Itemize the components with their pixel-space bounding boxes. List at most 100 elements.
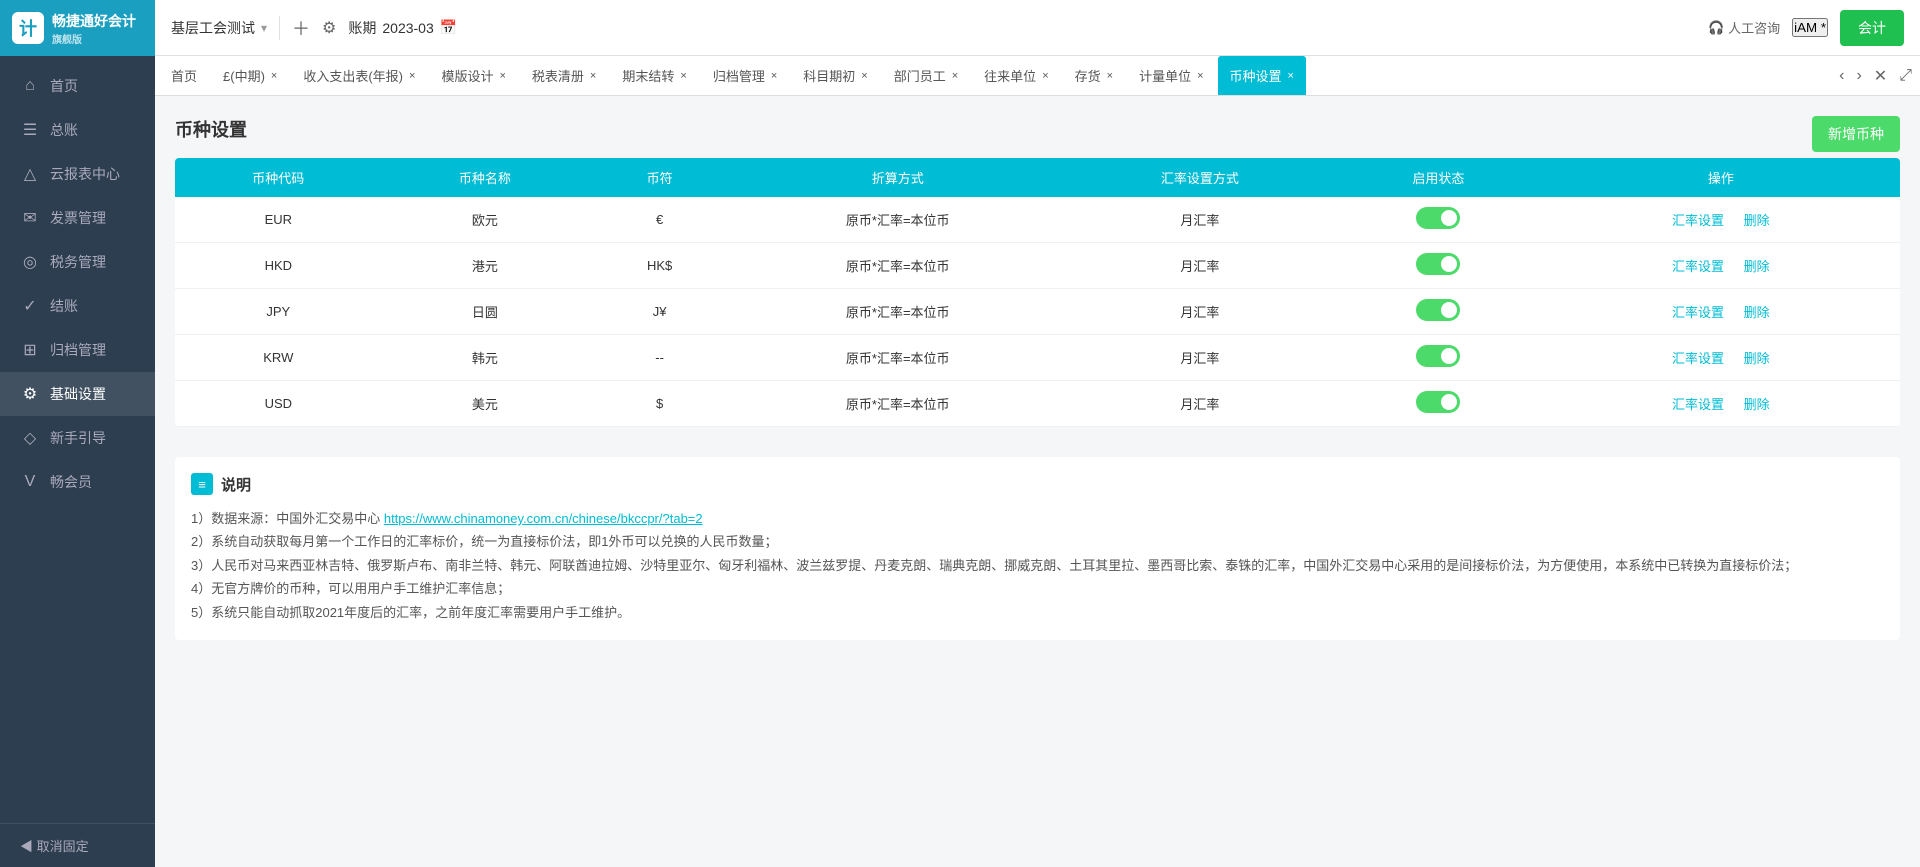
help-button[interactable]: 🎧 人工咨询 bbox=[1708, 18, 1780, 37]
toggle-enabled[interactable] bbox=[1416, 345, 1460, 367]
tab-unit[interactable]: 计量单位 × bbox=[1127, 56, 1215, 95]
tab-close-counterpart[interactable]: × bbox=[1042, 70, 1048, 82]
table-body: EUR欧元€原币*汇率=本位币月汇率汇率设置 删除HKD港元HK$原币*汇率=本… bbox=[175, 197, 1900, 427]
table-row: HKD港元HK$原币*汇率=本位币月汇率汇率设置 删除 bbox=[175, 243, 1900, 289]
sidebar-label-invoice: 发票管理 bbox=[50, 208, 106, 228]
notes-item-4: 5）系统只能自动抓取2021年度后的汇率，之前年度汇率需要用户手工维护。 bbox=[191, 601, 1884, 624]
notes-item-2: 3）人民币对马来西亚林吉特、俄罗斯卢布、南非兰特、韩元、阿联酋迪拉姆、沙特里亚尔… bbox=[191, 554, 1884, 577]
tab-home[interactable]: 首页 bbox=[159, 56, 209, 95]
toggle-enabled[interactable] bbox=[1416, 299, 1460, 321]
sidebar-nav: ⌂ 首页☰ 总账△ 云报表中心✉ 发票管理◎ 税务管理✓ 结账⊞ 归档管理⚙ 基… bbox=[0, 56, 155, 823]
tab-period[interactable]: £(中期) × bbox=[211, 56, 289, 95]
tab-close-period[interactable]: × bbox=[271, 70, 277, 82]
sidebar-item-archive[interactable]: ⊞ 归档管理 bbox=[0, 328, 155, 372]
cell-rate-type: 月汇率 bbox=[1065, 289, 1336, 335]
period-display: 账期 2023-03 📅 bbox=[348, 18, 457, 38]
tab-period_end[interactable]: 期末结转 × bbox=[610, 56, 698, 95]
tab-close-unit[interactable]: × bbox=[1197, 70, 1203, 82]
sidebar-label-archive: 归档管理 bbox=[50, 340, 106, 360]
sidebar-item-tax[interactable]: ◎ 税务管理 bbox=[0, 240, 155, 284]
topbar: 基层工会测试 ▾ ＋ ⚙ 账期 2023-03 📅 🎧 人工咨询 iAM * 会… bbox=[155, 0, 1920, 56]
tab-label-template: 模版设计 bbox=[441, 66, 493, 85]
tab-inventory[interactable]: 存货 × bbox=[1063, 56, 1125, 95]
org-selector[interactable]: 基层工会测试 ▾ bbox=[171, 18, 267, 38]
help-label: 人工咨询 bbox=[1728, 18, 1780, 37]
accounting-button[interactable]: 会计 bbox=[1840, 10, 1904, 46]
sidebar-item-ledger[interactable]: ☰ 总账 bbox=[0, 108, 155, 152]
sidebar: 计 畅捷通好会计 旗舰版 ⌂ 首页☰ 总账△ 云报表中心✉ 发票管理◎ 税务管理… bbox=[0, 0, 155, 867]
settings-icon[interactable]: ⚙ bbox=[322, 18, 336, 38]
delete-link[interactable]: 删除 bbox=[1744, 305, 1770, 320]
tab-archive[interactable]: 归档管理 × bbox=[701, 56, 789, 95]
tab-dept[interactable]: 部门员工 × bbox=[882, 56, 970, 95]
page-header: 币种设置 新增币种 bbox=[175, 116, 1900, 158]
tab-label-tax: 税表清册 bbox=[532, 66, 584, 85]
period-label: 账期 bbox=[348, 18, 376, 38]
tab-currency[interactable]: 币种设置 × bbox=[1218, 56, 1306, 95]
rate-settings-link[interactable]: 汇率设置 bbox=[1672, 305, 1724, 320]
settlement-icon: ✓ bbox=[20, 296, 40, 316]
new-currency-button[interactable]: 新增币种 bbox=[1812, 116, 1900, 152]
cell-status bbox=[1335, 243, 1542, 289]
tab-close-archive[interactable]: × bbox=[771, 70, 777, 82]
tab-label-home: 首页 bbox=[171, 66, 197, 85]
tab-prev-icon[interactable]: ‹ bbox=[1835, 63, 1848, 89]
rate-settings-link[interactable]: 汇率设置 bbox=[1672, 259, 1724, 274]
sidebar-item-settlement[interactable]: ✓ 结账 bbox=[0, 284, 155, 328]
notes-list: 1）数据来源：中国外汇交易中心 https://www.chinamoney.c… bbox=[191, 507, 1884, 624]
currency-table: 币种代码币种名称币符折算方式汇率设置方式启用状态操作 EUR欧元€原币*汇率=本… bbox=[175, 158, 1900, 427]
delete-link[interactable]: 删除 bbox=[1744, 259, 1770, 274]
sidebar-item-reports[interactable]: △ 云报表中心 bbox=[0, 152, 155, 196]
toggle-enabled[interactable] bbox=[1416, 253, 1460, 275]
sidebar-item-settings[interactable]: ⚙ 基础设置 bbox=[0, 372, 155, 416]
sidebar-collapse-btn[interactable]: ◀ 取消固定 bbox=[0, 823, 155, 867]
rate-settings-link[interactable]: 汇率设置 bbox=[1672, 213, 1724, 228]
tab-tax[interactable]: 税表清册 × bbox=[520, 56, 608, 95]
headset-icon: 🎧 bbox=[1708, 20, 1724, 36]
sidebar-item-invoice[interactable]: ✉ 发票管理 bbox=[0, 196, 155, 240]
toggle-enabled[interactable] bbox=[1416, 207, 1460, 229]
topbar-right: 🎧 人工咨询 iAM * 会计 bbox=[1708, 10, 1904, 46]
tab-close-inventory[interactable]: × bbox=[1107, 70, 1113, 82]
cell-symbol: J¥ bbox=[588, 289, 731, 335]
sidebar-label-settings: 基础设置 bbox=[50, 384, 106, 404]
tab-close-subjects[interactable]: × bbox=[861, 70, 867, 82]
calendar-icon[interactable]: 📅 bbox=[440, 19, 457, 36]
tab-close-dept[interactable]: × bbox=[952, 70, 958, 82]
rate-settings-link[interactable]: 汇率设置 bbox=[1672, 351, 1724, 366]
notes-heading: 说明 bbox=[221, 474, 251, 495]
tab-close-tax[interactable]: × bbox=[590, 70, 596, 82]
add-tab-button[interactable]: ＋ bbox=[292, 15, 310, 41]
toggle-enabled[interactable] bbox=[1416, 391, 1460, 413]
sidebar-item-member[interactable]: V 畅会员 bbox=[0, 460, 155, 504]
delete-link[interactable]: 删除 bbox=[1744, 213, 1770, 228]
tab-close-all-icon[interactable]: ✕ bbox=[1870, 62, 1891, 90]
sidebar-label-guide: 新手引导 bbox=[50, 428, 106, 448]
tab-next-icon[interactable]: › bbox=[1852, 63, 1865, 89]
tab-label-period: £(中期) bbox=[223, 66, 265, 85]
tab-label-counterpart: 往来单位 bbox=[984, 66, 1036, 85]
notes-link[interactable]: https://www.chinamoney.com.cn/chinese/bk… bbox=[384, 511, 703, 526]
tab-close-currency[interactable]: × bbox=[1288, 70, 1294, 82]
tab-close-income[interactable]: × bbox=[409, 70, 415, 82]
sidebar-item-guide[interactable]: ◇ 新手引导 bbox=[0, 416, 155, 460]
tab-close-period_end[interactable]: × bbox=[680, 70, 686, 82]
sidebar-item-home[interactable]: ⌂ 首页 bbox=[0, 64, 155, 108]
cell-actions: 汇率设置 删除 bbox=[1542, 381, 1900, 427]
table-header-折算方式: 折算方式 bbox=[731, 158, 1065, 197]
cell-status bbox=[1335, 289, 1542, 335]
delete-link[interactable]: 删除 bbox=[1744, 397, 1770, 412]
tab-close-template[interactable]: × bbox=[499, 70, 505, 82]
guide-icon: ◇ bbox=[20, 428, 40, 448]
delete-link[interactable]: 删除 bbox=[1744, 351, 1770, 366]
tab-counterpart[interactable]: 往来单位 × bbox=[972, 56, 1060, 95]
rate-settings-link[interactable]: 汇率设置 bbox=[1672, 397, 1724, 412]
tab-expand-icon[interactable]: ⤢ bbox=[1895, 63, 1916, 89]
sidebar-label-home: 首页 bbox=[50, 76, 78, 96]
tab-subjects[interactable]: 科目期初 × bbox=[791, 56, 879, 95]
iam-button[interactable]: iAM * bbox=[1792, 18, 1828, 37]
table-header-row: 币种代码币种名称币符折算方式汇率设置方式启用状态操作 bbox=[175, 158, 1900, 197]
table-row: USD美元$原币*汇率=本位币月汇率汇率设置 删除 bbox=[175, 381, 1900, 427]
tab-income[interactable]: 收入支出表(年报) × bbox=[291, 56, 427, 95]
tab-template[interactable]: 模版设计 × bbox=[429, 56, 517, 95]
